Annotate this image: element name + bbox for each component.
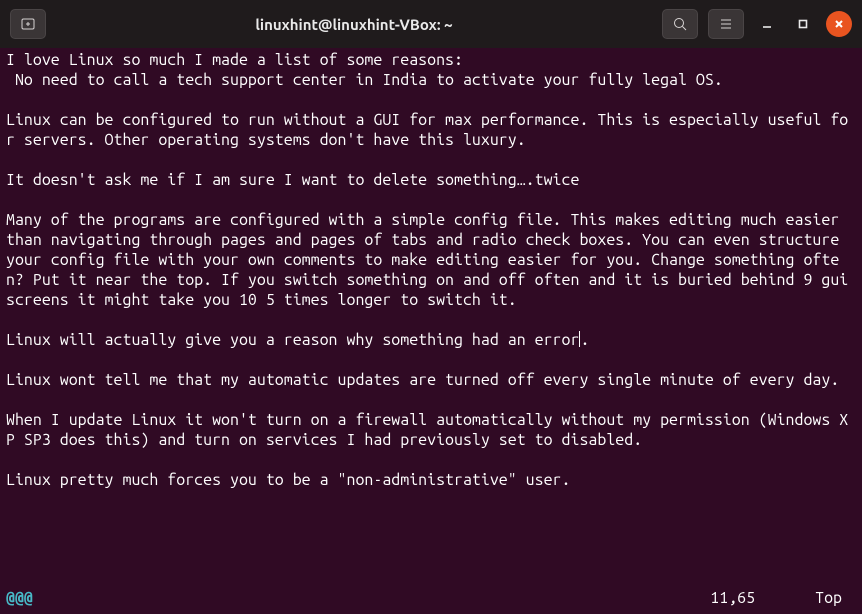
terminal-line — [6, 150, 856, 170]
terminal-line — [6, 350, 856, 370]
terminal-line: I love Linux so much I made a list of so… — [6, 50, 856, 70]
text-cursor — [579, 331, 580, 347]
menu-button[interactable] — [708, 9, 744, 39]
hamburger-icon — [718, 16, 734, 32]
minimize-button[interactable] — [754, 11, 780, 37]
search-button[interactable] — [662, 9, 698, 39]
terminal-line — [6, 450, 856, 470]
new-tab-button[interactable] — [10, 9, 46, 39]
terminal-line: Linux will actually give you a reason wh… — [6, 330, 856, 350]
minimize-icon — [761, 18, 773, 30]
maximize-button[interactable] — [790, 11, 816, 37]
window-title: linuxhint@linuxhint-VBox: ~ — [54, 16, 654, 33]
terminal-line — [6, 390, 856, 410]
titlebar: linuxhint@linuxhint-VBox: ~ — [0, 0, 862, 48]
maximize-icon — [797, 18, 809, 30]
search-icon — [672, 16, 688, 32]
status-bar: @@@ 11,65 Top — [6, 588, 856, 608]
terminal-line: It doesn't ask me if I am sure I want to… — [6, 170, 856, 190]
terminal-line: Linux wont tell me that my automatic upd… — [6, 370, 856, 390]
terminal-window: linuxhint@linuxhint-VBox: ~ I love Linux… — [0, 0, 862, 614]
terminal-line — [6, 310, 856, 330]
terminal-content[interactable]: I love Linux so much I made a list of so… — [0, 48, 862, 614]
new-tab-icon — [20, 16, 36, 32]
terminal-line: When I update Linux it won't turn on a f… — [6, 410, 856, 450]
close-button[interactable] — [826, 11, 852, 37]
terminal-line — [6, 190, 856, 210]
scroll-position: Top — [815, 588, 842, 608]
terminal-line: Many of the programs are configured with… — [6, 210, 856, 310]
close-icon — [834, 19, 844, 29]
cursor-position: 11,65 — [710, 588, 755, 608]
terminal-line — [6, 90, 856, 110]
status-indicator: @@@ — [6, 588, 33, 608]
terminal-line: No need to call a tech support center in… — [6, 70, 856, 90]
terminal-line: Linux can be configured to run without a… — [6, 110, 856, 150]
terminal-line: Linux pretty much forces you to be a "no… — [6, 470, 856, 490]
